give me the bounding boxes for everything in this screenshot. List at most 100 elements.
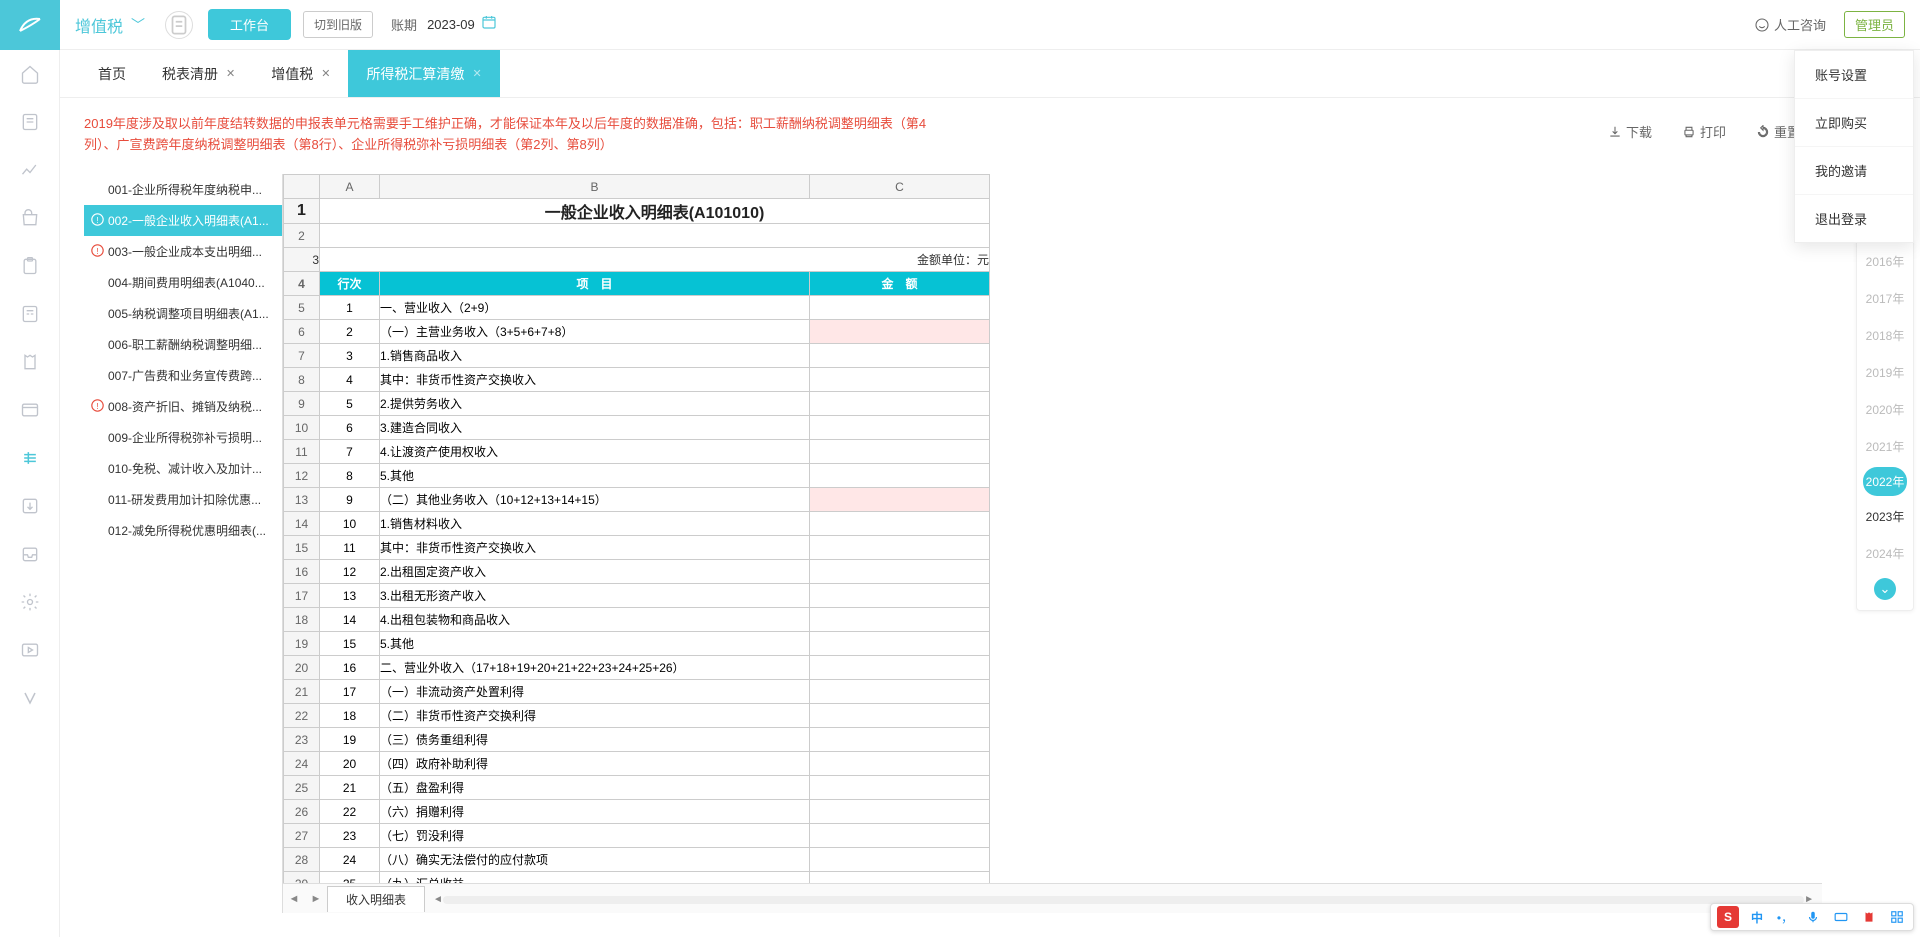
year-item[interactable]: 2023年: [1857, 498, 1913, 535]
form-item-0[interactable]: 001-企业所得税年度纳税申...: [84, 174, 282, 205]
tab-close-icon[interactable]: ✕: [321, 67, 330, 80]
tab-close-icon[interactable]: ✕: [472, 67, 481, 80]
form-item-10[interactable]: 011-研发费用加计扣除优惠...: [84, 484, 282, 515]
year-item[interactable]: 2019年: [1857, 354, 1913, 391]
user-menu-item-3[interactable]: 退出登录: [1795, 195, 1913, 242]
year-item[interactable]: 2020年: [1857, 391, 1913, 428]
ime-logo-icon[interactable]: S: [1717, 906, 1739, 928]
amount-cell[interactable]: [810, 440, 990, 464]
user-menu-item-0[interactable]: 账号设置: [1795, 51, 1913, 99]
ime-lang-icon[interactable]: 中: [1747, 907, 1767, 927]
amount-cell[interactable]: [810, 656, 990, 680]
amount-cell[interactable]: [810, 512, 990, 536]
year-more-icon[interactable]: ⌄: [1857, 572, 1913, 606]
amount-cell[interactable]: [810, 632, 990, 656]
admin-button[interactable]: 管理员: [1844, 11, 1905, 38]
tab-close-icon[interactable]: ✕: [226, 67, 235, 80]
note-icon[interactable]: [165, 11, 193, 39]
calendar-icon[interactable]: [481, 14, 497, 35]
amount-cell[interactable]: [810, 560, 990, 584]
print-button[interactable]: 打印: [1682, 122, 1726, 141]
ime-skin-icon[interactable]: [1859, 907, 1879, 927]
nav-doc-icon[interactable]: [0, 98, 60, 146]
amount-cell[interactable]: [810, 392, 990, 416]
amount-cell[interactable]: [810, 488, 990, 512]
amount-cell[interactable]: [810, 536, 990, 560]
nav-window-icon[interactable]: [0, 386, 60, 434]
sheet-scroll[interactable]: ABC1一般企业收入明细表(A101010)23金额单位：元4行次项 目金 额5…: [283, 174, 1822, 883]
sheet-next-icon[interactable]: ►: [305, 893, 327, 905]
form-item-4[interactable]: 005-纳税调整项目明细表(A1...: [84, 298, 282, 329]
sheet-tab[interactable]: 收入明细表: [327, 886, 425, 912]
amount-cell[interactable]: [810, 344, 990, 368]
amount-cell[interactable]: [810, 416, 990, 440]
year-item[interactable]: 2018年: [1857, 317, 1913, 354]
amount-cell[interactable]: [810, 848, 990, 872]
tab-0[interactable]: 首页: [80, 50, 144, 97]
ime-tool-icon[interactable]: [1887, 907, 1907, 927]
year-item[interactable]: 2016年: [1857, 243, 1913, 280]
form-item-11[interactable]: 012-减免所得税优惠明细表(...: [84, 515, 282, 546]
consult-link[interactable]: 人工咨询: [1754, 15, 1826, 34]
amount-cell[interactable]: [810, 584, 990, 608]
amount-cell[interactable]: [810, 824, 990, 848]
amount-cell[interactable]: [810, 752, 990, 776]
year-item[interactable]: 2022年: [1863, 467, 1907, 496]
blank-cell[interactable]: [320, 224, 990, 248]
user-menu-item-2[interactable]: 我的邀请: [1795, 147, 1913, 195]
amount-cell[interactable]: [810, 296, 990, 320]
amount-cell[interactable]: [810, 776, 990, 800]
module-dropdown-label[interactable]: 增值税: [75, 13, 123, 37]
form-item-label: 002-一般企业收入明细表(A1...: [108, 214, 269, 228]
form-item-5[interactable]: 006-职工薪酬纳税调整明细...: [84, 329, 282, 360]
amount-cell[interactable]: [810, 368, 990, 392]
ime-mic-icon[interactable]: [1803, 907, 1823, 927]
nav-video-icon[interactable]: [0, 626, 60, 674]
tab-2[interactable]: 增值税✕: [253, 50, 348, 97]
nav-v-icon[interactable]: [0, 674, 60, 722]
form-item-9[interactable]: 010-免税、减计收入及加计...: [84, 453, 282, 484]
tab-3[interactable]: 所得税汇算清缴✕: [348, 50, 499, 97]
nav-settings-icon[interactable]: [0, 578, 60, 626]
user-menu-item-1[interactable]: 立即购买: [1795, 99, 1913, 147]
nav-shirt-icon[interactable]: [0, 338, 60, 386]
amount-cell[interactable]: [810, 800, 990, 824]
form-item-2[interactable]: !003-一般企业成本支出明细...: [84, 236, 282, 267]
download-button[interactable]: 下载: [1608, 122, 1652, 141]
amount-cell[interactable]: [810, 320, 990, 344]
form-item-7[interactable]: !008-资产折旧、摊销及纳税...: [84, 391, 282, 422]
workbench-button[interactable]: 工作台: [208, 9, 291, 40]
amount-cell[interactable]: [810, 704, 990, 728]
nav-clipboard-icon[interactable]: [0, 242, 60, 290]
tab-1[interactable]: 税表清册✕: [144, 50, 253, 97]
amount-cell[interactable]: [810, 608, 990, 632]
nav-export-icon[interactable]: [0, 482, 60, 530]
year-item[interactable]: 2024年: [1857, 535, 1913, 572]
sheet-prev-icon[interactable]: ◄: [283, 893, 305, 905]
nav-calc-icon[interactable]: [0, 290, 60, 338]
nav-chart-icon[interactable]: [0, 146, 60, 194]
form-item-8[interactable]: 009-企业所得税弥补亏损明...: [84, 422, 282, 453]
app-logo[interactable]: [0, 0, 60, 50]
chevron-down-icon[interactable]: ﹀: [131, 15, 145, 35]
form-item-3[interactable]: 004-期间费用明细表(A1040...: [84, 267, 282, 298]
form-item-6[interactable]: 007-广告费和业务宣传费跨...: [84, 360, 282, 391]
nav-tax-icon[interactable]: [0, 434, 60, 482]
period-value[interactable]: 2023-09: [427, 17, 475, 32]
nav-home-icon[interactable]: [0, 50, 60, 98]
warning-icon: !: [91, 399, 104, 412]
nav-inbox-icon[interactable]: [0, 530, 60, 578]
year-item[interactable]: 2021年: [1857, 428, 1913, 465]
nav-bag-icon[interactable]: [0, 194, 60, 242]
amount-cell[interactable]: [810, 728, 990, 752]
amount-cell[interactable]: [810, 680, 990, 704]
ime-punct-icon[interactable]: •，: [1775, 907, 1795, 927]
amount-cell[interactable]: [810, 464, 990, 488]
year-item[interactable]: 2017年: [1857, 280, 1913, 317]
h-scrollbar[interactable]: ◄ ►: [433, 892, 1814, 906]
amount-cell[interactable]: [810, 872, 990, 884]
form-item-1[interactable]: !002-一般企业收入明细表(A1...: [84, 205, 282, 236]
switch-old-button[interactable]: 切到旧版: [303, 11, 373, 38]
ime-toolbar[interactable]: S 中 •，: [1710, 903, 1914, 931]
ime-keyboard-icon[interactable]: [1831, 907, 1851, 927]
